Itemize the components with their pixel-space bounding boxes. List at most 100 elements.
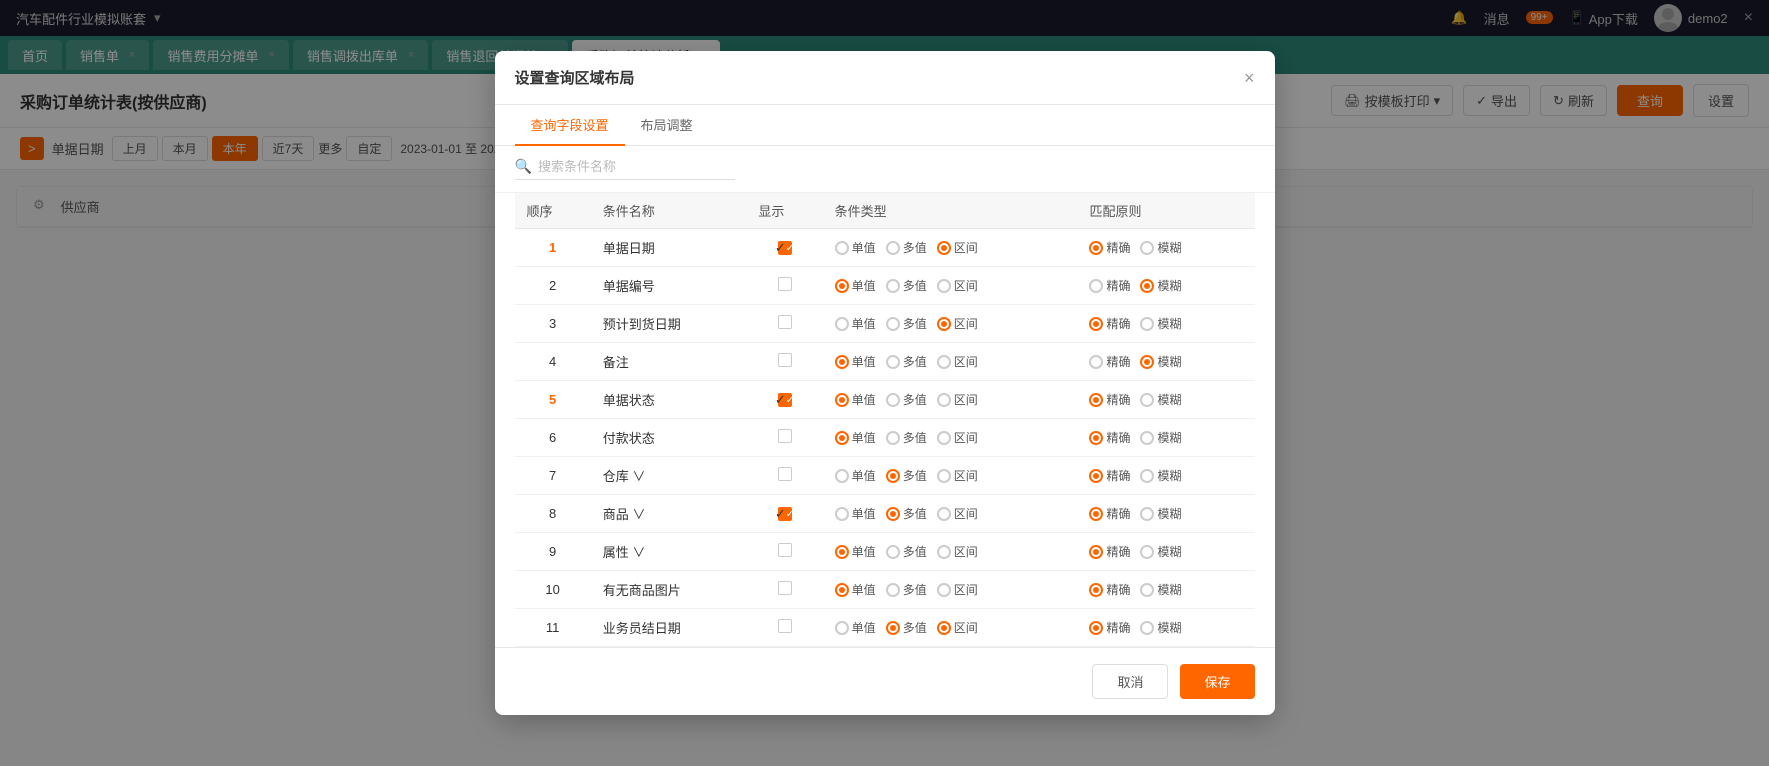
row-display-checkbox[interactable] (746, 571, 822, 609)
radio-single[interactable]: 单值 (835, 277, 876, 294)
radio-multi[interactable]: 多值 (886, 429, 927, 446)
radio-single[interactable]: 单值 (835, 353, 876, 370)
radio-exact[interactable]: 精确 (1089, 543, 1130, 560)
radio-fuzzy[interactable]: 模糊 (1140, 505, 1181, 522)
radio-exact[interactable]: 精确 (1089, 353, 1130, 370)
radio-multi[interactable]: 多值 (886, 315, 927, 332)
checkbox[interactable] (778, 619, 792, 633)
radio-multi[interactable]: 多值 (886, 239, 927, 256)
row-match-rule: 精确模糊 (1077, 457, 1254, 495)
radio-multi[interactable]: 多值 (886, 581, 927, 598)
row-display-checkbox[interactable]: ✓ (746, 381, 822, 419)
radio-range[interactable]: 区间 (937, 543, 978, 560)
radio-exact[interactable]: 精确 (1089, 429, 1130, 446)
table-row: 1单据日期✓单值多值区间精确模糊 (515, 229, 1255, 267)
checkbox[interactable] (778, 543, 792, 557)
row-display-checkbox[interactable] (746, 267, 822, 305)
radio-multi[interactable]: 多值 (886, 543, 927, 560)
row-cond-type: 单值多值区间 (823, 343, 1078, 381)
row-display-checkbox[interactable]: ✓ (746, 229, 822, 267)
modal-header: 设置查询区域布局 × (495, 51, 1275, 105)
table-row: 9属性 ∨单值多值区间精确模糊 (515, 533, 1255, 571)
radio-exact[interactable]: 精确 (1089, 239, 1130, 256)
row-condition-name: 商品 ∨ (591, 495, 747, 533)
radio-exact[interactable]: 精确 (1089, 619, 1130, 636)
table-row: 7仓库 ∨单值多值区间精确模糊 (515, 457, 1255, 495)
radio-range[interactable]: 区间 (937, 353, 978, 370)
row-condition-name: 付款状态 (591, 419, 747, 457)
row-match-rule: 精确模糊 (1077, 533, 1254, 571)
radio-range[interactable]: 区间 (937, 315, 978, 332)
row-display-checkbox[interactable] (746, 609, 822, 647)
radio-range[interactable]: 区间 (937, 467, 978, 484)
radio-range[interactable]: 区间 (937, 429, 978, 446)
radio-multi[interactable]: 多值 (886, 619, 927, 636)
radio-fuzzy[interactable]: 模糊 (1140, 543, 1181, 560)
checkbox[interactable] (778, 467, 792, 481)
radio-fuzzy[interactable]: 模糊 (1140, 353, 1181, 370)
checkbox[interactable] (778, 353, 792, 367)
radio-single[interactable]: 单值 (835, 543, 876, 560)
row-order: 11 (515, 609, 591, 647)
radio-multi[interactable]: 多值 (886, 467, 927, 484)
cancel-button[interactable]: 取消 (1092, 664, 1168, 699)
radio-exact[interactable]: 精确 (1089, 277, 1130, 294)
row-display-checkbox[interactable] (746, 457, 822, 495)
radio-exact[interactable]: 精确 (1089, 581, 1130, 598)
modal-dialog: 设置查询区域布局 × 查询字段设置 布局调整 🔍 (495, 51, 1275, 715)
radio-single[interactable]: 单值 (835, 581, 876, 598)
modal-close-button[interactable]: × (1244, 69, 1255, 87)
radio-exact[interactable]: 精确 (1089, 467, 1130, 484)
radio-single[interactable]: 单值 (835, 467, 876, 484)
checkbox[interactable]: ✓ (778, 393, 792, 407)
radio-single[interactable]: 单值 (835, 505, 876, 522)
checkbox[interactable] (778, 429, 792, 443)
row-display-checkbox[interactable] (746, 419, 822, 457)
modal-tab-layout[interactable]: 布局调整 (625, 105, 709, 146)
row-display-checkbox[interactable]: ✓ (746, 495, 822, 533)
radio-range[interactable]: 区间 (937, 619, 978, 636)
radio-multi[interactable]: 多值 (886, 505, 927, 522)
modal-tabs: 查询字段设置 布局调整 (495, 105, 1275, 146)
modal-tab-query-fields[interactable]: 查询字段设置 (515, 105, 625, 146)
radio-multi[interactable]: 多值 (886, 277, 927, 294)
radio-fuzzy[interactable]: 模糊 (1140, 277, 1181, 294)
row-display-checkbox[interactable] (746, 343, 822, 381)
col-name: 条件名称 (591, 193, 747, 229)
row-display-checkbox[interactable] (746, 305, 822, 343)
radio-exact[interactable]: 精确 (1089, 315, 1130, 332)
save-button[interactable]: 保存 (1180, 664, 1254, 699)
radio-single[interactable]: 单值 (835, 239, 876, 256)
radio-fuzzy[interactable]: 模糊 (1140, 315, 1181, 332)
radio-multi[interactable]: 多值 (886, 391, 927, 408)
radio-fuzzy[interactable]: 模糊 (1140, 429, 1181, 446)
table-row: 6付款状态单值多值区间精确模糊 (515, 419, 1255, 457)
radio-fuzzy[interactable]: 模糊 (1140, 619, 1181, 636)
radio-exact[interactable]: 精确 (1089, 391, 1130, 408)
checkbox[interactable] (778, 277, 792, 291)
radio-range[interactable]: 区间 (937, 277, 978, 294)
row-condition-name: 预计到货日期 (591, 305, 747, 343)
radio-range[interactable]: 区间 (937, 391, 978, 408)
radio-range[interactable]: 区间 (937, 505, 978, 522)
row-display-checkbox[interactable] (746, 533, 822, 571)
search-input[interactable] (538, 159, 735, 174)
checkbox[interactable] (778, 315, 792, 329)
checkbox[interactable]: ✓ (778, 507, 792, 521)
checkbox[interactable]: ✓ (778, 241, 792, 255)
radio-fuzzy[interactable]: 模糊 (1140, 239, 1181, 256)
radio-multi[interactable]: 多值 (886, 353, 927, 370)
radio-exact[interactable]: 精确 (1089, 505, 1130, 522)
row-condition-name: 备注 (591, 343, 747, 381)
radio-range[interactable]: 区间 (937, 581, 978, 598)
checkbox[interactable] (778, 581, 792, 595)
radio-fuzzy[interactable]: 模糊 (1140, 467, 1181, 484)
col-display: 显示 (746, 193, 822, 229)
radio-single[interactable]: 单值 (835, 391, 876, 408)
radio-fuzzy[interactable]: 模糊 (1140, 391, 1181, 408)
radio-single[interactable]: 单值 (835, 315, 876, 332)
radio-fuzzy[interactable]: 模糊 (1140, 581, 1181, 598)
radio-range[interactable]: 区间 (937, 239, 978, 256)
radio-single[interactable]: 单值 (835, 619, 876, 636)
radio-single[interactable]: 单值 (835, 429, 876, 446)
